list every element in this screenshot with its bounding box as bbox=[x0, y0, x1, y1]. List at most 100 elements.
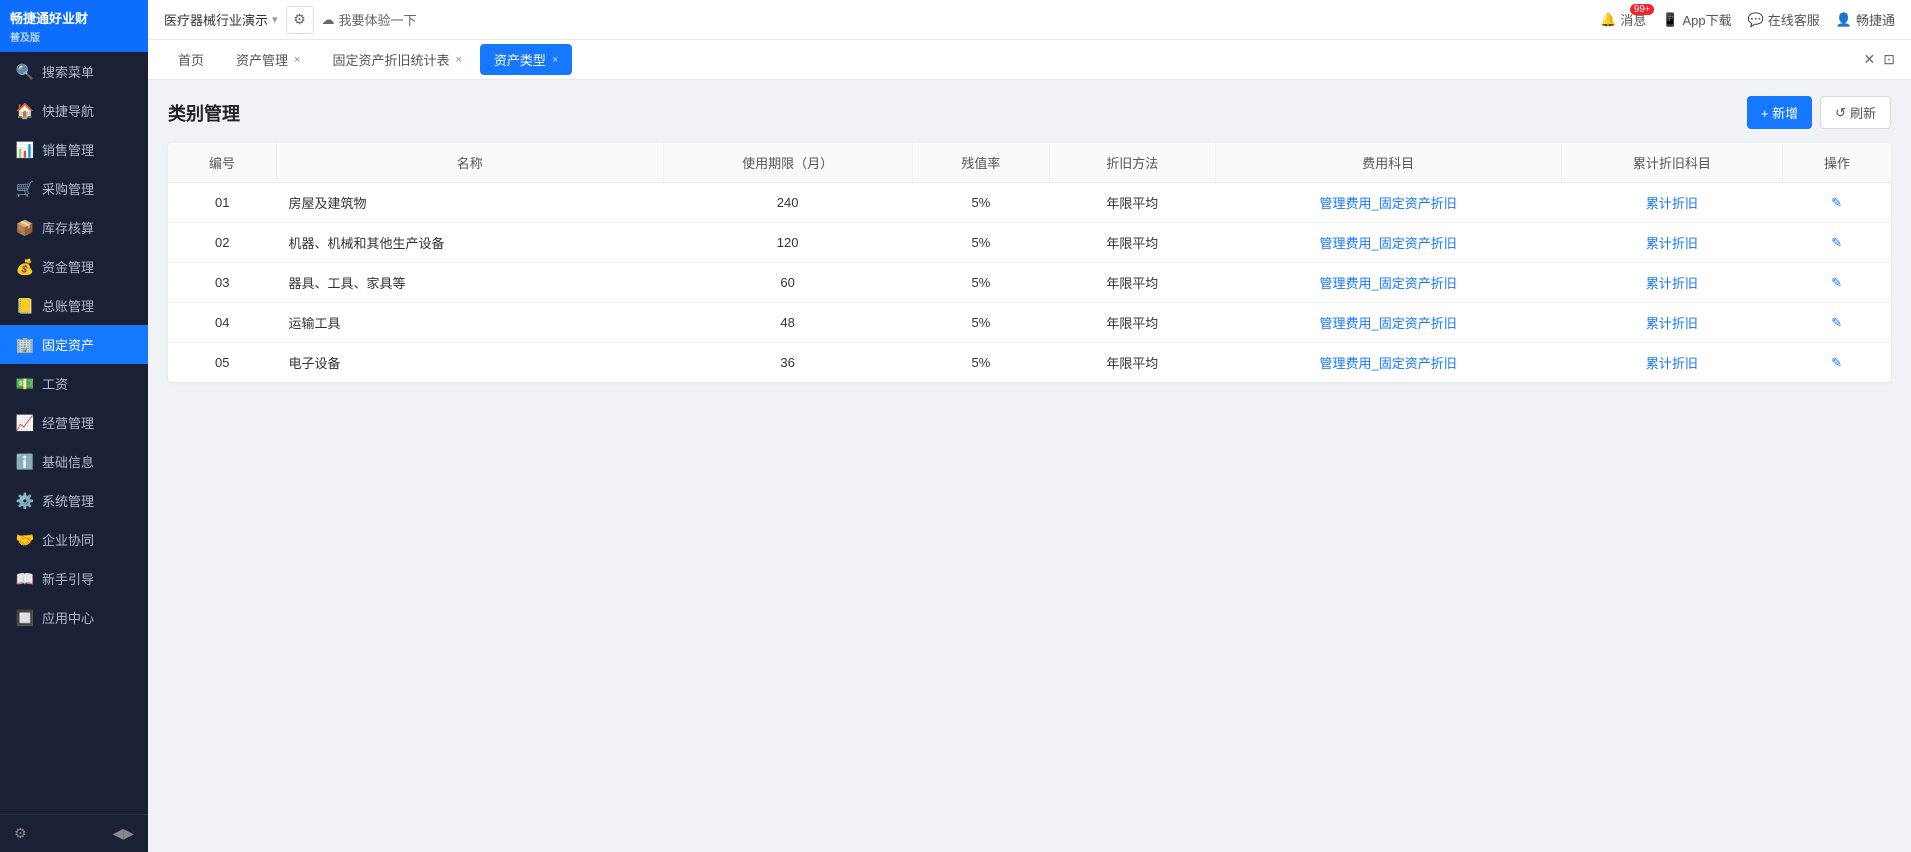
table-row: 05电子设备365%年限平均管理费用_固定资产折旧累计折旧✎ bbox=[168, 343, 1891, 383]
cell-0-7[interactable]: ✎ bbox=[1782, 183, 1891, 223]
user-profile-button[interactable]: 👤 畅捷通 bbox=[1836, 10, 1895, 29]
minimize-window-button[interactable]: ✕ bbox=[1864, 51, 1876, 68]
download-icon: 📱 bbox=[1662, 12, 1678, 28]
guide-icon: 📖 bbox=[16, 570, 34, 588]
sidebar-item-purchase[interactable]: 🛒 采购管理 bbox=[0, 169, 148, 208]
col-header-6: 累计折旧科目 bbox=[1561, 143, 1782, 183]
sidebar-item-quicknav[interactable]: 🏠 快捷导航 bbox=[0, 91, 148, 130]
cloud-icon: ☁ bbox=[322, 12, 335, 28]
experience-button[interactable]: ☁ 我要体验一下 bbox=[322, 10, 417, 29]
cell-2-6: 累计折旧 bbox=[1561, 263, 1782, 303]
page-header: 类别管理 + 新增 ↺ 刷新 bbox=[168, 96, 1891, 129]
cell-2-2: 60 bbox=[663, 263, 912, 303]
tab-close-asset-type[interactable]: × bbox=[552, 54, 558, 66]
cell-2-3: 5% bbox=[912, 263, 1049, 303]
table-row: 04运输工具485%年限平均管理费用_固定资产折旧累计折旧✎ bbox=[168, 303, 1891, 343]
window-controls: ✕ ⊡ bbox=[1864, 51, 1895, 68]
cell-2-7[interactable]: ✎ bbox=[1782, 263, 1891, 303]
sidebar-item-sales[interactable]: 📊 销售管理 bbox=[0, 130, 148, 169]
tab-fixed-asset-depreciation[interactable]: 固定资产折旧统计表× bbox=[318, 44, 475, 75]
sidebar-footer: ⚙ ◀▶ bbox=[0, 814, 148, 852]
sidebar-label-fixed-assets: 固定资产 bbox=[42, 335, 94, 354]
cell-1-0: 02 bbox=[168, 223, 276, 263]
content-area: 类别管理 + 新增 ↺ 刷新 编号名称使用期限（月）残值率折旧方法费用科目累计折… bbox=[148, 80, 1911, 852]
sales-icon: 📊 bbox=[16, 141, 34, 159]
purchase-icon: 🛒 bbox=[16, 180, 34, 198]
online-service-button[interactable]: 💬 在线客服 bbox=[1748, 10, 1820, 29]
collapse-icon[interactable]: ◀▶ bbox=[112, 825, 134, 842]
settings-icon[interactable]: ⚙ bbox=[14, 825, 27, 842]
col-header-4: 折旧方法 bbox=[1050, 143, 1215, 183]
data-table-container: 编号名称使用期限（月）残值率折旧方法费用科目累计折旧科目操作 01房屋及建筑物2… bbox=[168, 143, 1891, 382]
topbar-settings-button[interactable]: ⚙ bbox=[286, 6, 314, 34]
sidebar-menu: 🔍 搜索菜单 🏠 快捷导航 📊 销售管理 🛒 采购管理 📦 库存核算 💰 资金管… bbox=[0, 52, 148, 814]
sidebar-item-ledger[interactable]: 📒 总账管理 bbox=[0, 286, 148, 325]
chevron-down-icon: ▾ bbox=[272, 13, 278, 26]
apps-icon: 🔲 bbox=[16, 609, 34, 627]
topbar-right: 🔔 消息 99+ 📱 App下载 💬 在线客服 👤 畅捷通 bbox=[1600, 10, 1895, 29]
tab-asset-management[interactable]: 资产管理 × bbox=[222, 44, 314, 75]
tab-label-home: 首页 bbox=[178, 50, 204, 69]
maximize-window-button[interactable]: ⊡ bbox=[1883, 51, 1895, 68]
notifications-button[interactable]: 🔔 消息 99+ bbox=[1600, 10, 1646, 29]
service-icon: 💬 bbox=[1748, 12, 1764, 28]
operations-icon: 📈 bbox=[16, 414, 34, 432]
app-download-button[interactable]: 📱 App下载 bbox=[1662, 10, 1731, 29]
sidebar-item-enterprise[interactable]: 🤝 企业协同 bbox=[0, 520, 148, 559]
table-row: 02机器、机械和其他生产设备1205%年限平均管理费用_固定资产折旧累计折旧✎ bbox=[168, 223, 1891, 263]
sidebar-label-payroll: 工资 bbox=[42, 374, 68, 393]
cell-1-7[interactable]: ✎ bbox=[1782, 223, 1891, 263]
cell-1-3: 5% bbox=[912, 223, 1049, 263]
cell-2-5: 管理费用_固定资产折旧 bbox=[1215, 263, 1561, 303]
cell-3-5: 管理费用_固定资产折旧 bbox=[1215, 303, 1561, 343]
cell-4-0: 05 bbox=[168, 343, 276, 383]
sidebar-item-inventory[interactable]: 📦 库存核算 bbox=[0, 208, 148, 247]
sidebar-item-capital[interactable]: 💰 资金管理 bbox=[0, 247, 148, 286]
sidebar-item-system[interactable]: ⚙️ 系统管理 bbox=[0, 481, 148, 520]
quicknav-icon: 🏠 bbox=[16, 102, 34, 120]
cell-3-3: 5% bbox=[912, 303, 1049, 343]
sidebar-label-apps: 应用中心 bbox=[42, 608, 94, 627]
payroll-icon: 💵 bbox=[16, 375, 34, 393]
cell-3-1: 运输工具 bbox=[276, 303, 663, 343]
sidebar-label-capital: 资金管理 bbox=[42, 257, 94, 276]
refresh-button[interactable]: ↺ 刷新 bbox=[1820, 96, 1891, 129]
tab-asset-type[interactable]: 资产类型 × bbox=[480, 44, 572, 75]
sidebar-item-payroll[interactable]: 💵 工资 bbox=[0, 364, 148, 403]
sidebar-item-operations[interactable]: 📈 经营管理 bbox=[0, 403, 148, 442]
cell-4-7[interactable]: ✎ bbox=[1782, 343, 1891, 383]
tab-close-asset-management[interactable]: × bbox=[294, 54, 300, 66]
sidebar-label-system: 系统管理 bbox=[42, 491, 94, 510]
logo-subtitle: 普及版 bbox=[10, 29, 40, 44]
tab-close-fixed-asset-depreciation[interactable]: × bbox=[455, 54, 461, 66]
page-title: 类别管理 bbox=[168, 100, 240, 126]
sidebar-item-basic-info[interactable]: ℹ️ 基础信息 bbox=[0, 442, 148, 481]
notifications-badge: 99+ bbox=[1630, 4, 1654, 15]
logo-title: 畅捷通好业财 bbox=[10, 8, 88, 27]
sidebar-item-search[interactable]: 🔍 搜索菜单 bbox=[0, 52, 148, 91]
company-name: 医疗器械行业演示 bbox=[164, 10, 268, 29]
sidebar-item-guide[interactable]: 📖 新手引导 bbox=[0, 559, 148, 598]
capital-icon: 💰 bbox=[16, 258, 34, 276]
cell-0-4: 年限平均 bbox=[1050, 183, 1215, 223]
cell-3-7[interactable]: ✎ bbox=[1782, 303, 1891, 343]
topbar-left: 医疗器械行业演示 ▾ ⚙ ☁ 我要体验一下 bbox=[164, 6, 417, 34]
tab-label-asset-type: 资产类型 bbox=[494, 50, 546, 69]
sidebar-item-fixed-assets[interactable]: 🏢 固定资产 bbox=[0, 325, 148, 364]
sidebar-label-inventory: 库存核算 bbox=[42, 218, 94, 237]
avatar-icon: 👤 bbox=[1836, 12, 1852, 28]
sidebar-label-operations: 经营管理 bbox=[42, 413, 94, 432]
tab-label-asset-management: 资产管理 bbox=[236, 50, 288, 69]
online-service-label: 在线客服 bbox=[1768, 10, 1820, 29]
cell-0-1: 房屋及建筑物 bbox=[276, 183, 663, 223]
search-icon: 🔍 bbox=[16, 63, 34, 81]
col-header-7: 操作 bbox=[1782, 143, 1891, 183]
sidebar-item-apps[interactable]: 🔲 应用中心 bbox=[0, 598, 148, 637]
new-button[interactable]: + 新增 bbox=[1747, 96, 1812, 129]
col-header-5: 费用科目 bbox=[1215, 143, 1561, 183]
cell-4-5: 管理费用_固定资产折旧 bbox=[1215, 343, 1561, 383]
cell-1-2: 120 bbox=[663, 223, 912, 263]
company-selector[interactable]: 医疗器械行业演示 ▾ bbox=[164, 10, 278, 29]
cell-3-0: 04 bbox=[168, 303, 276, 343]
tab-home[interactable]: 首页 bbox=[164, 44, 218, 75]
